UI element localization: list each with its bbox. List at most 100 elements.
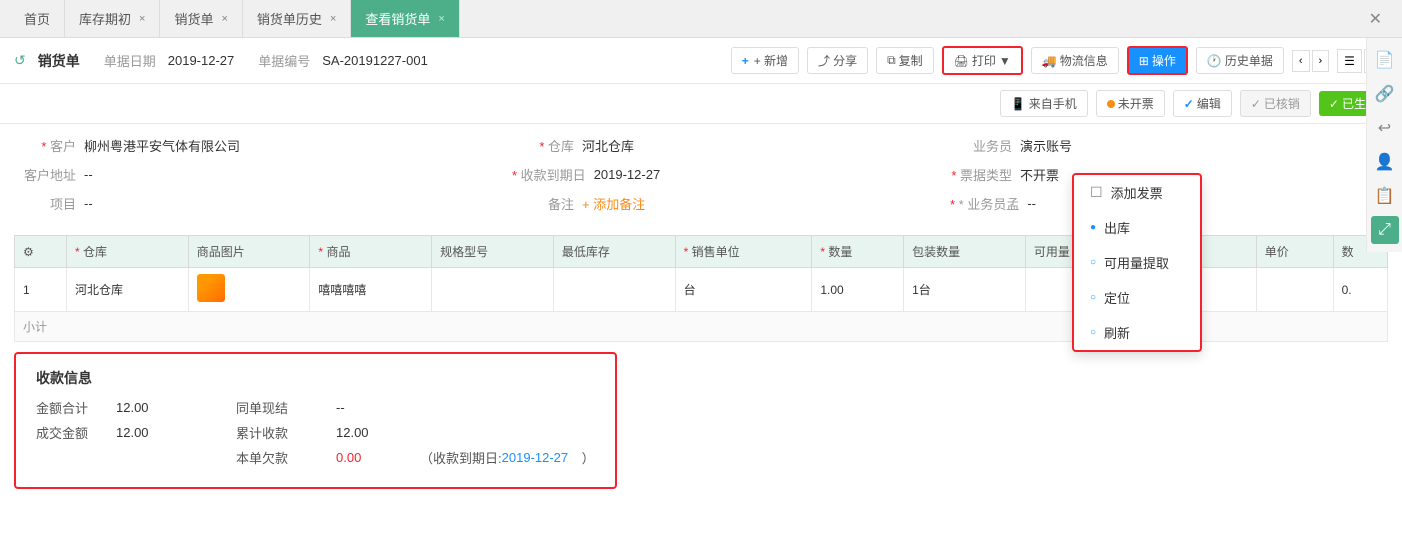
col-price: 单价 (1256, 236, 1333, 268)
operation-dropdown: ☐ 添加发票 ● 出库 ○ 可用量提取 ○ 定位 ○ 刷新 (1072, 173, 1202, 352)
sidebar-doc-icon[interactable]: 📄 (1371, 46, 1399, 74)
action-row: 📱 来自手机 未开票 ✓ 编辑 ✓ 已核销 ✓ 已生效 (0, 84, 1402, 124)
dropdown-item-locate[interactable]: ○ 定位 (1074, 280, 1200, 315)
amount-value: 12.00 (116, 400, 196, 415)
copy-button[interactable]: ⧉ 复制 (876, 47, 934, 74)
row-product: 嘻嘻嘻嘻 (310, 268, 432, 312)
note-label: 备注 (512, 194, 582, 213)
payment-date-label: 收款到期日 (512, 165, 594, 184)
check-sold-icon: ✓ (1251, 97, 1261, 111)
right-sidebar: 📄 🔗 ↩ 👤 📋 ⤢ (1366, 38, 1402, 252)
sidebar-clipboard-icon[interactable]: 📋 (1371, 182, 1399, 210)
logistics-button[interactable]: 🚚 物流信息 (1031, 47, 1119, 74)
customer-field: 客户 柳州粤港平安气体有限公司 (14, 136, 452, 155)
doc-icon: ↺ (14, 52, 26, 69)
payment-date-field: 收款到期日 2019-12-27 (512, 165, 950, 184)
tab-inventory[interactable]: 库存期初 × (65, 0, 160, 37)
dropdown-item-refresh[interactable]: ○ 刷新 (1074, 315, 1200, 350)
nav-arrows: ‹ › (1292, 50, 1329, 72)
due-value: 0.00 (336, 450, 416, 465)
payment-box: 收款信息 金额合计 12.00 同单现结 -- 成交金额 12.00 累计收款 … (14, 352, 617, 489)
close-icon[interactable]: × (438, 13, 444, 25)
toolbar: ↺ 销货单 单据日期 2019-12-27 单据编号 SA-20191227-0… (0, 38, 1402, 84)
cumulative-value: 12.00 (336, 425, 369, 440)
avail-icon: ○ (1090, 257, 1096, 268)
locate-icon: ○ (1090, 292, 1096, 303)
project-value: -- (84, 196, 264, 211)
payment-row-2: 成交金额 12.00 累计收款 12.00 (36, 423, 595, 442)
dropdown-item-avail[interactable]: ○ 可用量提取 (1074, 245, 1200, 280)
sidebar-user-icon[interactable]: 👤 (1371, 148, 1399, 176)
sales-staff-label: * 业务员孟 (950, 194, 1027, 213)
col-min-stock: 最低库存 (553, 236, 675, 268)
new-button[interactable]: + + 新增 (731, 47, 799, 74)
print-icon: 🖨 (954, 54, 969, 68)
row-no: 1 (15, 268, 67, 312)
orange-circle-icon (1107, 100, 1115, 108)
staff-value: 演示账号 (1020, 136, 1200, 155)
tab-view-sales[interactable]: 查看销货单 × (351, 0, 459, 37)
outbound-label: 出库 (1104, 218, 1130, 237)
row-warehouse: 河北仓库 (66, 268, 188, 312)
invoice-icon: ☐ (1090, 184, 1103, 201)
payment-date-value: 2019-12-27 (594, 167, 774, 182)
col-product: 商品 (310, 236, 432, 268)
operation-button[interactable]: ⊞ 操作 (1127, 46, 1188, 75)
close-icon[interactable]: × (139, 13, 145, 25)
sold-button[interactable]: ✓ 已核销 (1240, 90, 1311, 117)
share-button[interactable]: ⤴ 分享 (807, 47, 868, 74)
from-phone-button[interactable]: 📱 来自手机 (1000, 90, 1088, 117)
edit-button[interactable]: ✓ 编辑 (1173, 90, 1232, 117)
same-order-value: -- (336, 400, 345, 415)
payment-row-1: 金额合计 12.00 同单现结 -- (36, 398, 595, 417)
print-button[interactable]: 🖨 打印 ▼ (942, 46, 1023, 75)
prev-button[interactable]: ‹ (1292, 50, 1310, 72)
product-image (197, 274, 225, 302)
customer-value: 柳州粤港平安气体有限公司 (84, 136, 264, 155)
row-other: 0. (1333, 268, 1387, 312)
warehouse-label: 仓库 (512, 136, 582, 155)
avail-label: 可用量提取 (1104, 253, 1169, 272)
tab-home[interactable]: 首页 (10, 0, 65, 37)
due-note: （收款到期日: (420, 448, 502, 467)
same-order-label: 同单现结 (236, 398, 336, 417)
refresh-icon: ○ (1090, 327, 1096, 338)
payment-row-3: 本单欠款 0.00 （收款到期日: 2019-12-27 ） (36, 448, 595, 467)
add-note-button[interactable]: 添加备注 (582, 194, 645, 213)
not-open-ticket-button[interactable]: 未开票 (1096, 90, 1165, 117)
list-view-button[interactable]: ☰ (1337, 49, 1362, 73)
col-img: 商品图片 (188, 236, 310, 268)
phone-icon: 📱 (1011, 97, 1026, 111)
truck-icon: 🚚 (1042, 54, 1057, 68)
tab-sales[interactable]: 销货单 × (160, 0, 242, 37)
due-end: ） (582, 448, 595, 467)
project-field: 项目 -- (14, 194, 452, 213)
close-icon[interactable]: × (330, 13, 336, 25)
next-button[interactable]: › (1312, 50, 1330, 72)
global-close-button[interactable]: ✕ (1359, 9, 1392, 29)
sidebar-expand-icon[interactable]: ⤢ (1371, 216, 1399, 244)
refresh-label: 刷新 (1104, 323, 1130, 342)
close-icon[interactable]: × (221, 13, 227, 25)
project-label: 项目 (14, 194, 84, 213)
dropdown-item-invoice[interactable]: ☐ 添加发票 (1074, 175, 1200, 210)
history-button[interactable]: 🕐 历史单据 (1196, 47, 1284, 74)
due-label2: 本单欠款 (236, 448, 336, 467)
col-pkg: 包装数量 (904, 236, 1026, 268)
customer-label: 客户 (14, 136, 84, 155)
tab-sales-history[interactable]: 销货单历史 × (243, 0, 351, 37)
col-qty: 数量 (812, 236, 904, 268)
address-value: -- (84, 167, 264, 182)
col-spec: 规格型号 (432, 236, 554, 268)
dropdown-arrow: ▼ (999, 54, 1011, 68)
dropdown-item-outbound[interactable]: ● 出库 (1074, 210, 1200, 245)
cumulative-label: 累计收款 (236, 423, 336, 442)
row-spec (432, 268, 554, 312)
row-img (188, 268, 310, 312)
sidebar-return-icon[interactable]: ↩ (1371, 114, 1399, 142)
col-gear: ⚙ (15, 236, 67, 268)
transaction-value: 12.00 (116, 425, 196, 440)
sidebar-link-icon[interactable]: 🔗 (1371, 80, 1399, 108)
address-field: 客户地址 -- (14, 165, 452, 184)
row-min-stock (553, 268, 675, 312)
